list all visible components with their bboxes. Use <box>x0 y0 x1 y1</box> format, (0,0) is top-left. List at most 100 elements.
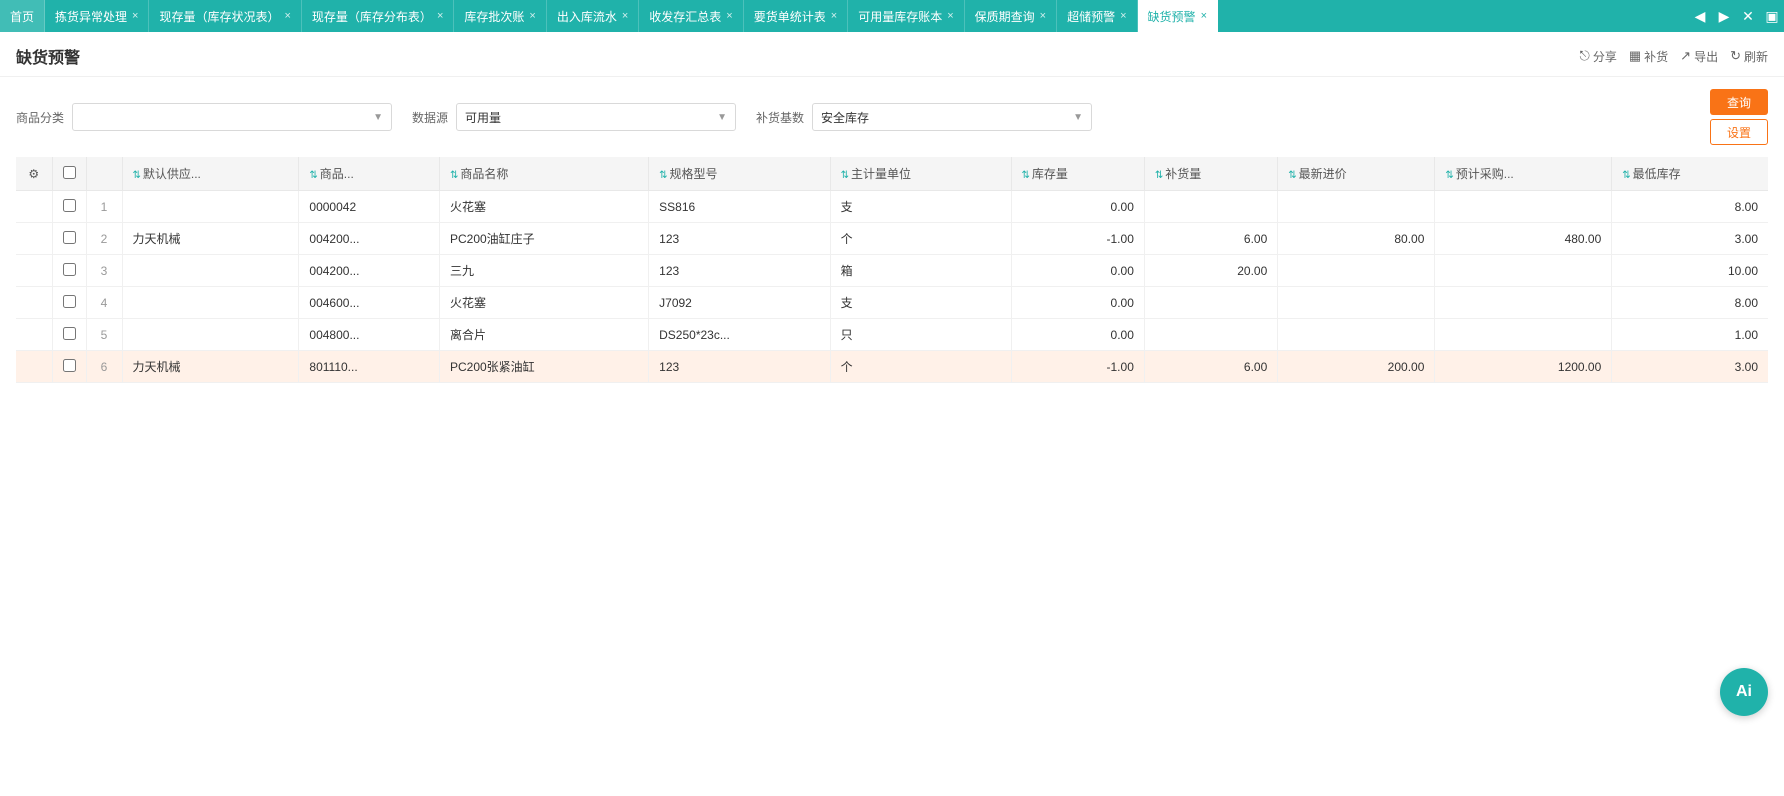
tab-restore-btn[interactable]: ▣ <box>1760 0 1784 32</box>
row-index: 2 <box>86 223 122 255</box>
tab-in-out-flow[interactable]: 出入库流水 × <box>547 0 639 32</box>
tab-shortage-warning-close[interactable]: × <box>1201 10 1207 22</box>
col-header-default-supplier[interactable]: ⇅默认供应... <box>122 157 299 191</box>
row-latest-price: 200.00 <box>1278 351 1435 383</box>
tab-close-all-btn[interactable]: ✕ <box>1736 0 1760 32</box>
row-default-supplier <box>122 287 299 319</box>
row-product-name: 火花塞 <box>439 191 648 223</box>
table-row: 2 力天机械 004200... PC200油缸庄子 123 个 -1.00 6… <box>16 223 1768 255</box>
filter-bar: 商品分类 ▼ 数据源 可用量 ▼ 补货基数 安全库存 ▼ 查询 设置 <box>0 77 1784 157</box>
row-checkbox[interactable] <box>63 263 76 276</box>
row-stock-qty: 0.00 <box>1011 191 1144 223</box>
col-header-checkbox <box>52 157 86 191</box>
tab-expiry-query-close[interactable]: × <box>1040 10 1046 22</box>
refresh-icon: ↻ <box>1730 48 1741 64</box>
row-checkbox[interactable] <box>63 231 76 244</box>
table-row: 6 力天机械 801110... PC200张紧油缸 123 个 -1.00 6… <box>16 351 1768 383</box>
col-header-est-purchase[interactable]: ⇅预计采购... <box>1435 157 1612 191</box>
row-stock-qty: 0.00 <box>1011 287 1144 319</box>
row-checkbox[interactable] <box>63 327 76 340</box>
replenish-base-label: 补货基数 <box>756 109 804 126</box>
tab-prev-btn[interactable]: ◀ <box>1688 0 1712 32</box>
row-product-code: 801110... <box>299 351 440 383</box>
table-row: 1 0000042 火花塞 SS816 支 0.00 8.00 <box>16 191 1768 223</box>
row-index: 4 <box>86 287 122 319</box>
row-checkbox[interactable] <box>63 199 76 212</box>
col-header-product-name[interactable]: ⇅商品名称 <box>439 157 648 191</box>
col-header-spec[interactable]: ⇅规格型号 <box>649 157 830 191</box>
col-header-index <box>86 157 122 191</box>
tab-batch-account-close[interactable]: × <box>529 10 535 22</box>
tab-exception[interactable]: 拣货异常处理 × <box>45 0 149 32</box>
row-default-supplier: 力天机械 <box>122 223 299 255</box>
row-default-supplier <box>122 319 299 351</box>
tab-overstock-warning[interactable]: 超储预警 × <box>1057 0 1137 32</box>
tab-inventory-status-close[interactable]: × <box>284 10 290 22</box>
tab-inventory-status[interactable]: 现存量（库存状况表） × <box>149 0 301 32</box>
ai-button[interactable]: Ai <box>1720 668 1768 716</box>
tab-in-out-flow-close[interactable]: × <box>622 10 628 22</box>
tab-inventory-dist[interactable]: 现存量（库存分布表） × <box>302 0 454 32</box>
col-header-unit[interactable]: ⇅主计量单位 <box>830 157 1011 191</box>
tab-shortage-warning[interactable]: 缺货预警 × <box>1138 0 1218 32</box>
row-product-name: 三九 <box>439 255 648 287</box>
header-actions: ⎋ 分享 ▦ 补货 ↗ 导出 ↻ 刷新 <box>1580 48 1768 65</box>
row-settings <box>16 223 52 255</box>
tab-overstock-warning-close[interactable]: × <box>1120 10 1126 22</box>
category-label: 商品分类 <box>16 109 64 126</box>
row-product-name: PC200张紧油缸 <box>439 351 648 383</box>
datasource-select[interactable]: 可用量 ▼ <box>456 103 736 131</box>
row-latest-price: 80.00 <box>1278 223 1435 255</box>
row-default-supplier: 力天机械 <box>122 351 299 383</box>
datasource-select-arrow: ▼ <box>717 112 727 123</box>
col-header-settings[interactable]: ⚙ <box>16 157 52 191</box>
query-button[interactable]: 查询 <box>1710 89 1768 115</box>
refresh-button[interactable]: ↻ 刷新 <box>1730 48 1768 65</box>
row-checkbox-cell <box>52 191 86 223</box>
datasource-select-value: 可用量 <box>465 109 501 126</box>
tab-receive-summary[interactable]: 收发存汇总表 × <box>639 0 743 32</box>
tab-next-btn[interactable]: ▶ <box>1712 0 1736 32</box>
tab-exception-close[interactable]: × <box>132 10 138 22</box>
tab-order-stats[interactable]: 要货单统计表 × <box>744 0 848 32</box>
category-select[interactable]: ▼ <box>72 103 392 131</box>
replenish-base-select[interactable]: 安全库存 ▼ <box>812 103 1092 131</box>
replenish-base-filter-group: 补货基数 安全库存 ▼ <box>756 103 1092 131</box>
row-est-purchase: 1200.00 <box>1435 351 1612 383</box>
col-header-replenish-qty[interactable]: ⇅补货量 <box>1144 157 1277 191</box>
tab-batch-account[interactable]: 库存批次账 × <box>454 0 546 32</box>
settings-button[interactable]: 设置 <box>1710 119 1768 145</box>
row-min-stock: 3.00 <box>1612 223 1768 255</box>
tab-expiry-query[interactable]: 保质期查询 × <box>965 0 1057 32</box>
row-checkbox[interactable] <box>63 295 76 308</box>
col-header-stock-qty[interactable]: ⇅库存量 <box>1011 157 1144 191</box>
row-settings <box>16 319 52 351</box>
row-latest-price <box>1278 287 1435 319</box>
row-unit: 支 <box>830 191 1011 223</box>
row-checkbox-cell <box>52 287 86 319</box>
row-unit: 个 <box>830 351 1011 383</box>
tab-available-ledger-close[interactable]: × <box>947 10 953 22</box>
replenish-button[interactable]: ▦ 补货 <box>1629 48 1668 65</box>
tab-inventory-dist-close[interactable]: × <box>437 10 443 22</box>
tab-order-stats-close[interactable]: × <box>831 10 837 22</box>
row-settings <box>16 287 52 319</box>
row-spec: DS250*23c... <box>649 319 830 351</box>
tab-home[interactable]: 首页 <box>0 0 45 32</box>
share-button[interactable]: ⎋ 分享 <box>1580 48 1617 65</box>
col-header-latest-price[interactable]: ⇅最新进价 <box>1278 157 1435 191</box>
category-select-arrow: ▼ <box>373 112 383 123</box>
col-header-min-stock[interactable]: ⇅最低库存 <box>1612 157 1768 191</box>
table-row: 5 004800... 离合片 DS250*23c... 只 0.00 1.00 <box>16 319 1768 351</box>
row-checkbox-cell <box>52 319 86 351</box>
export-button[interactable]: ↗ 导出 <box>1680 48 1718 65</box>
col-header-product-code[interactable]: ⇅商品... <box>299 157 440 191</box>
tab-receive-summary-close[interactable]: × <box>726 10 732 22</box>
row-min-stock: 1.00 <box>1612 319 1768 351</box>
row-product-name: 离合片 <box>439 319 648 351</box>
tab-available-ledger[interactable]: 可用量库存账本 × <box>848 0 964 32</box>
select-all-checkbox[interactable] <box>63 166 76 179</box>
table-row: 3 004200... 三九 123 箱 0.00 20.00 10.00 <box>16 255 1768 287</box>
row-checkbox[interactable] <box>63 359 76 372</box>
replenish-base-select-arrow: ▼ <box>1073 112 1083 123</box>
